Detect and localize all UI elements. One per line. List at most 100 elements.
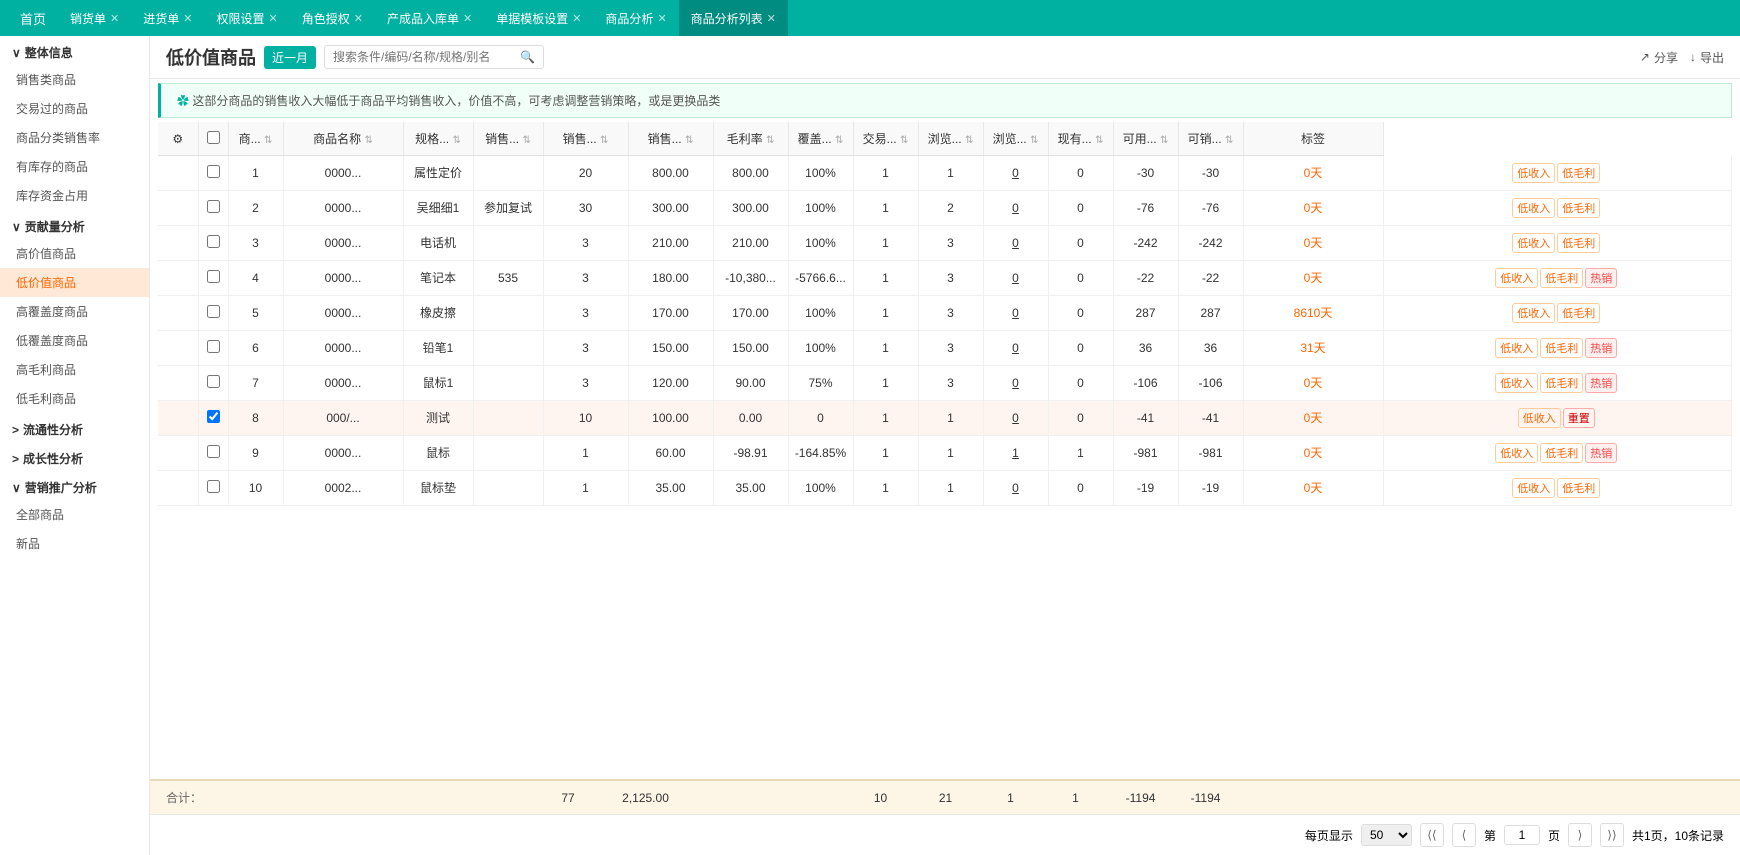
row-checkbox[interactable] <box>207 410 220 423</box>
sidebar-item-high-margin[interactable]: 高毛利商品 <box>0 355 149 384</box>
sidebar-item-new-products[interactable]: 新品 <box>0 529 149 558</box>
row-browse1[interactable]: 0 <box>983 190 1048 225</box>
next-page-button[interactable]: ⟩ <box>1568 823 1592 847</box>
row-checkbox[interactable] <box>207 165 220 178</box>
select-all-checkbox[interactable] <box>207 131 220 144</box>
col-name[interactable]: 商品名称 ⇅ <box>283 122 403 156</box>
col-checkbox[interactable] <box>198 122 228 156</box>
sidebar-item-category-rate[interactable]: 商品分类销售率 <box>0 123 149 152</box>
prev-page-button[interactable]: ⟨ <box>1452 823 1476 847</box>
row-browse1[interactable]: 1 <box>983 435 1048 470</box>
row-checkbox[interactable] <box>207 340 220 353</box>
nav-product-analysis[interactable]: 商品分析 ✕ <box>593 0 678 36</box>
row-checkbox-cell[interactable] <box>198 190 228 225</box>
col-transactions[interactable]: 交易... ⇅ <box>853 122 918 156</box>
sidebar-item-high-value[interactable]: 高价值商品 <box>0 239 149 268</box>
row-checkbox-cell[interactable] <box>198 330 228 365</box>
row-browse1[interactable]: 0 <box>983 260 1048 295</box>
row-checkbox-cell[interactable] <box>198 225 228 260</box>
row-checkbox-cell[interactable] <box>198 435 228 470</box>
sidebar-item-low-coverage[interactable]: 低覆盖度商品 <box>0 326 149 355</box>
date-filter-button[interactable]: 近一月 <box>264 46 316 69</box>
row-browse1[interactable]: 0 <box>983 365 1048 400</box>
search-box[interactable]: 🔍 <box>324 45 544 69</box>
page-input[interactable] <box>1504 825 1540 845</box>
col-sales-amount[interactable]: 销售... ⇅ <box>543 122 628 156</box>
nav-product-in[interactable]: 产成品入库单 ✕ <box>375 0 484 36</box>
row-checkbox[interactable] <box>207 375 220 388</box>
row-checkbox[interactable] <box>207 200 220 213</box>
sidebar-item-low-value[interactable]: 低价值商品 <box>0 268 149 297</box>
sidebar-item-low-margin[interactable]: 低毛利商品 <box>0 384 149 413</box>
nav-purchase[interactable]: 进货单 ✕ <box>131 0 204 36</box>
sidebar-section-circulation[interactable]: > 流通性分析 <box>0 413 149 442</box>
col-sales-gross[interactable]: 销售... ⇅ <box>628 122 713 156</box>
nav-analysis-list[interactable]: 商品分析列表 ✕ <box>679 0 788 36</box>
row-settings <box>158 190 198 225</box>
row-browse1[interactable]: 0 <box>983 400 1048 435</box>
row-checkbox[interactable] <box>207 445 220 458</box>
row-sales-amount: 170.00 <box>628 295 713 330</box>
col-num[interactable]: 商... ⇅ <box>228 122 283 156</box>
search-input[interactable] <box>333 50 516 64</box>
settings-icon[interactable]: ⚙ <box>172 132 183 146</box>
close-permissions-icon[interactable]: ✕ <box>269 12 278 25</box>
close-role-icon[interactable]: ✕ <box>354 12 363 25</box>
close-template-icon[interactable]: ✕ <box>572 12 581 25</box>
col-sellable[interactable]: 可销... ⇅ <box>1178 122 1243 156</box>
header-actions: ↗ 分享 ↓ 导出 <box>1640 49 1724 66</box>
col-gross-rate[interactable]: 毛利率 ⇅ <box>713 122 788 156</box>
nav-sales[interactable]: 销货单 ✕ <box>58 0 131 36</box>
close-product-in-icon[interactable]: ✕ <box>463 12 472 25</box>
row-browse1[interactable]: 0 <box>983 330 1048 365</box>
row-checkbox-cell[interactable] <box>198 400 228 435</box>
col-browse2[interactable]: 浏览... ⇅ <box>983 122 1048 156</box>
close-purchase-icon[interactable]: ✕ <box>183 12 192 25</box>
sidebar-section-marketing[interactable]: ∨ 营销推广分析 <box>0 471 149 500</box>
row-browse1[interactable]: 0 <box>983 470 1048 505</box>
row-browse1[interactable]: 0 <box>983 156 1048 191</box>
sidebar-item-sales-products[interactable]: 销售类商品 <box>0 65 149 94</box>
nav-home[interactable]: 首页 <box>8 0 58 36</box>
col-tags[interactable]: 标签 <box>1243 122 1383 156</box>
last-page-button[interactable]: ⟩⟩ <box>1600 823 1624 847</box>
nav-template[interactable]: 单据模板设置 ✕ <box>484 0 593 36</box>
sidebar-section-growth[interactable]: > 成长性分析 <box>0 442 149 471</box>
close-analysis-icon[interactable]: ✕ <box>657 12 666 25</box>
chevron-down-icon-3: ∨ <box>12 481 21 495</box>
row-browse1[interactable]: 0 <box>983 225 1048 260</box>
export-button[interactable]: ↓ 导出 <box>1690 49 1724 66</box>
col-available[interactable]: 可用... ⇅ <box>1113 122 1178 156</box>
first-page-button[interactable]: ⟨⟨ <box>1420 823 1444 847</box>
col-settings[interactable]: ⚙ <box>158 122 198 156</box>
col-coverage[interactable]: 覆盖... ⇅ <box>788 122 853 156</box>
row-checkbox-cell[interactable] <box>198 156 228 191</box>
row-checkbox[interactable] <box>207 235 220 248</box>
close-sales-icon[interactable]: ✕ <box>110 12 119 25</box>
row-checkbox[interactable] <box>207 270 220 283</box>
close-analysis-list-icon[interactable]: ✕ <box>767 12 776 25</box>
share-button[interactable]: ↗ 分享 <box>1640 49 1678 66</box>
row-checkbox[interactable] <box>207 480 220 493</box>
sidebar-item-stock-capital[interactable]: 库存资金占用 <box>0 181 149 210</box>
nav-role-auth[interactable]: 角色授权 ✕ <box>290 0 375 36</box>
col-current-stock[interactable]: 现有... ⇅ <box>1048 122 1113 156</box>
sidebar-item-traded-products[interactable]: 交易过的商品 <box>0 94 149 123</box>
col-browse1[interactable]: 浏览... ⇅ <box>918 122 983 156</box>
nav-permissions[interactable]: 权限设置 ✕ <box>204 0 289 36</box>
sidebar-item-all-products[interactable]: 全部商品 <box>0 500 149 529</box>
sidebar-item-stock-products[interactable]: 有库存的商品 <box>0 152 149 181</box>
row-browse1[interactable]: 0 <box>983 295 1048 330</box>
col-spec[interactable]: 规格... ⇅ <box>403 122 473 156</box>
sidebar-section-contribution[interactable]: ∨ 贡献量分析 <box>0 210 149 239</box>
per-page-select[interactable]: 50 100 <box>1361 824 1412 846</box>
row-checkbox-cell[interactable] <box>198 295 228 330</box>
row-checkbox-cell[interactable] <box>198 470 228 505</box>
sidebar-section-overall[interactable]: ∨ 整体信息 <box>0 36 149 65</box>
row-checkbox[interactable] <box>207 305 220 318</box>
col-sales-qty[interactable]: 销售... ⇅ <box>473 122 543 156</box>
row-tags: 低收入重置 <box>1383 400 1732 435</box>
row-checkbox-cell[interactable] <box>198 365 228 400</box>
row-checkbox-cell[interactable] <box>198 260 228 295</box>
sidebar-item-high-coverage[interactable]: 高覆盖度商品 <box>0 297 149 326</box>
